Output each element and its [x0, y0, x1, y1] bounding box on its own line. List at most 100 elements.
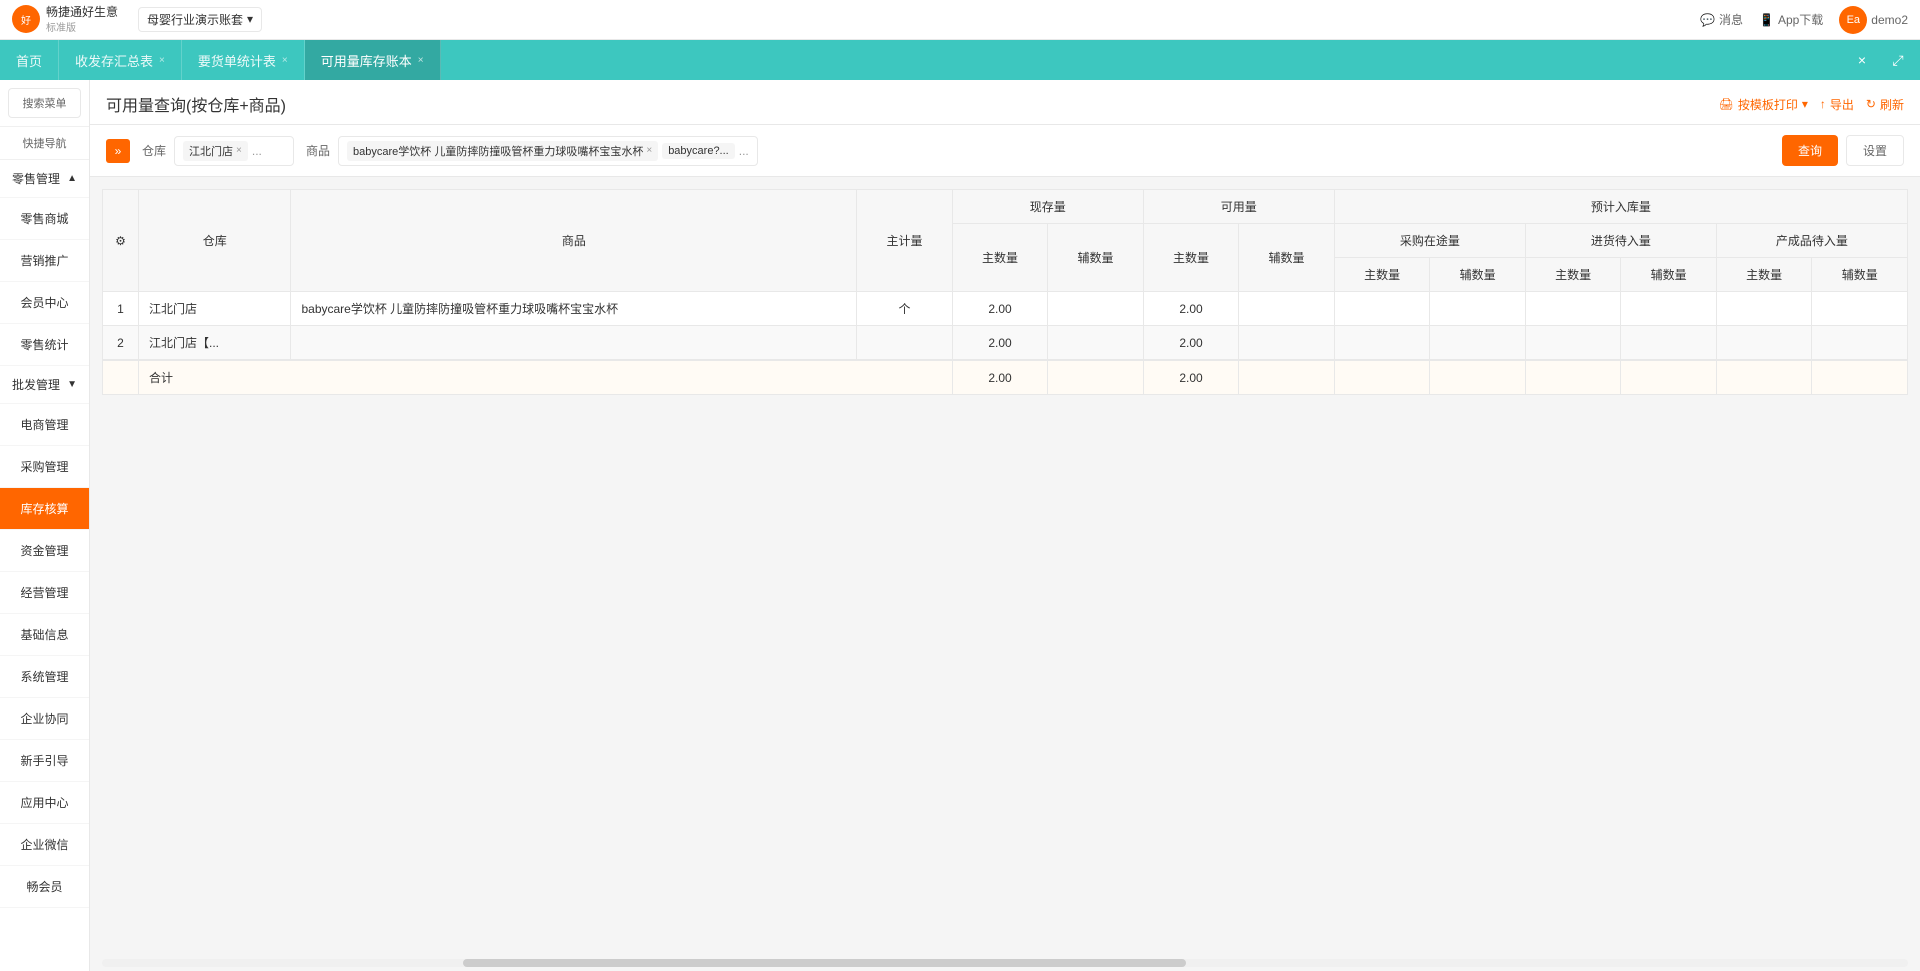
inventory-label: 库存核算: [20, 500, 68, 517]
page-actions: 🖨 按模板打印 ▾ ↑ 导出 ↻ 刷新: [1719, 96, 1904, 113]
settings-button[interactable]: 设置: [1846, 135, 1904, 166]
product-more[interactable]: ...: [739, 144, 749, 158]
row1-avail-main: 2.00: [1143, 292, 1239, 326]
filter-actions: 查询 设置: [1782, 135, 1904, 166]
col-avail-main-header: 主数量: [1143, 224, 1239, 292]
tab-order-stat-close[interactable]: ×: [282, 55, 288, 66]
row1-product: babycare学饮杯 儿童防摔防撞吸管杯重力球吸嘴杯宝宝水杯: [291, 292, 857, 326]
close-window-button[interactable]: ×: [1848, 46, 1876, 74]
chevron-down-icon: ▾: [1802, 97, 1808, 111]
warehouse-tag-remove[interactable]: ×: [236, 145, 242, 156]
sidebar-item-app-center[interactable]: 应用中心: [0, 782, 89, 824]
row1-pur-transit-aux: [1430, 292, 1526, 326]
content-area: 可用量查询(按仓库+商品) 🖨 按模板打印 ▾ ↑ 导出 ↻ 刷新 »: [90, 80, 1920, 971]
col-product-header: 商品: [291, 190, 857, 292]
sidebar-item-retail-mgmt[interactable]: 零售管理 ▲: [0, 160, 89, 198]
tab-home[interactable]: 首页: [0, 40, 59, 80]
horizontal-scrollbar[interactable]: [102, 959, 1908, 967]
template-print-label: 按模板打印: [1738, 96, 1798, 113]
tab-receive-summary[interactable]: 收发存汇总表 ×: [59, 40, 182, 80]
export-button[interactable]: ↑ 导出: [1820, 96, 1854, 113]
tab-available-stock-close[interactable]: ×: [418, 55, 424, 66]
sidebar-item-purchase[interactable]: 采购管理: [0, 446, 89, 488]
finance-label: 资金管理: [20, 542, 68, 559]
tab-available-stock[interactable]: 可用量库存账本 ×: [305, 40, 441, 80]
sidebar-item-retail-stats[interactable]: 零售统计: [0, 324, 89, 366]
col-unit-header: 主计量: [857, 190, 953, 292]
chevron-down-icon: ▾: [247, 12, 253, 26]
row1-prod-aux: [1812, 292, 1908, 326]
template-print-button[interactable]: 🖨 按模板打印 ▾: [1719, 96, 1808, 113]
tab-order-stat-label: 要货单统计表: [198, 51, 276, 70]
table-area: ⚙ 仓库 商品 主计量 现存量 可用量 预计入库量 主数量 辅数量 主数量 辅数…: [90, 177, 1920, 959]
row2-unit: [857, 326, 953, 361]
warehouse-more[interactable]: ...: [252, 144, 262, 158]
footer-incoming-main: [1525, 360, 1621, 395]
sidebar-item-member[interactable]: 会员中心: [0, 282, 89, 324]
warehouse-tag-value: 江北门店: [189, 143, 233, 159]
product-filter-group: 商品 babycare学饮杯 儿童防摔防撞吸管杯重力球吸嘴杯宝宝水杯 × bab…: [306, 136, 758, 166]
retail-mall-label: 零售商城: [20, 210, 68, 227]
export-icon: ↑: [1820, 97, 1826, 111]
download-label: App下载: [1778, 11, 1823, 28]
message-button[interactable]: 💬 消息: [1700, 11, 1743, 28]
warehouse-input[interactable]: 江北门店 × ...: [174, 136, 294, 166]
tab-receive-summary-close[interactable]: ×: [159, 55, 165, 66]
message-icon: 💬: [1700, 13, 1715, 27]
sidebar-item-new-guide[interactable]: 新手引导: [0, 740, 89, 782]
col-prod-main: 主数量: [1716, 258, 1812, 292]
col-pur-transit-main: 主数量: [1334, 258, 1430, 292]
system-mgmt-label: 系统管理: [20, 668, 68, 685]
sidebar-item-basic-info[interactable]: 基础信息: [0, 614, 89, 656]
sidebar-item-operations[interactable]: 经营管理: [0, 572, 89, 614]
tab-order-stat[interactable]: 要货单统计表 ×: [182, 40, 305, 80]
row2-product: [291, 326, 857, 361]
data-table: ⚙ 仓库 商品 主计量 现存量 可用量 预计入库量 主数量 辅数量 主数量 辅数…: [102, 189, 1908, 395]
refresh-button[interactable]: ↻ 刷新: [1866, 96, 1904, 113]
user-profile[interactable]: Ea demo2: [1839, 6, 1908, 34]
sidebar-item-marketing[interactable]: 营销推广: [0, 240, 89, 282]
top-bar-right: 💬 消息 📱 App下载 Ea demo2: [1700, 6, 1908, 34]
row1-current-main: 2.00: [952, 292, 1048, 326]
row1-incoming-aux: [1621, 292, 1717, 326]
nav-tabs: 首页 收发存汇总表 × 要货单统计表 × 可用量库存账本 × × ⤢: [0, 40, 1920, 80]
logo-area: 好 畅捷通好生意 标准版: [12, 5, 118, 34]
query-button[interactable]: 查询: [1782, 135, 1838, 166]
sidebar-item-finance[interactable]: 资金管理: [0, 530, 89, 572]
col-current-main-header: 主数量: [952, 224, 1048, 292]
maximize-button[interactable]: ⤢: [1884, 46, 1912, 74]
page-title: 可用量查询(按仓库+商品): [106, 92, 286, 116]
product-input[interactable]: babycare学饮杯 儿童防摔防撞吸管杯重力球吸嘴杯宝宝水杯 × babyca…: [338, 136, 758, 166]
sidebar-item-enterprise[interactable]: 企业协同: [0, 698, 89, 740]
row2-no: 2: [103, 326, 139, 361]
scroll-thumb[interactable]: [463, 959, 1185, 967]
row2-incoming-aux: [1621, 326, 1717, 361]
app-download-button[interactable]: 📱 App下载: [1759, 11, 1823, 28]
quick-nav-button[interactable]: 快捷导航: [0, 127, 89, 160]
sidebar-item-wholesale-mgmt[interactable]: 批发管理 ▼: [0, 366, 89, 404]
row2-warehouse: 江北门店【...: [139, 326, 291, 361]
sidebar-item-enterprise-wechat[interactable]: 企业微信: [0, 824, 89, 866]
sidebar-item-inventory[interactable]: 库存核算: [0, 488, 89, 530]
search-menu-button[interactable]: 搜索菜单: [8, 88, 81, 118]
product-tag1-remove[interactable]: ×: [646, 145, 652, 156]
basic-info-label: 基础信息: [20, 626, 68, 643]
logo-sub: 标准版: [46, 19, 118, 34]
sidebar-item-ecommerce[interactable]: 电商管理: [0, 404, 89, 446]
sidebar-item-member2[interactable]: 畅会员: [0, 866, 89, 908]
top-bar: 好 畅捷通好生意 标准版 母婴行业演示账套 ▾ 💬 消息 📱 App下载 Ea …: [0, 0, 1920, 40]
col-gear: ⚙: [103, 190, 139, 292]
row2-current-main: 2.00: [952, 326, 1048, 361]
sidebar-item-retail-mall[interactable]: 零售商城: [0, 198, 89, 240]
main-layout: 搜索菜单 快捷导航 零售管理 ▲ 零售商城 营销推广 会员中心 零售统计 批发管…: [0, 80, 1920, 971]
industry-selector[interactable]: 母婴行业演示账套 ▾: [138, 7, 262, 32]
logo-text-block: 畅捷通好生意 标准版: [46, 5, 118, 34]
warehouse-filter-group: 仓库 江北门店 × ...: [142, 136, 294, 166]
operations-label: 经营管理: [20, 584, 68, 601]
download-icon: 📱: [1759, 13, 1774, 27]
footer-current-main: 2.00: [952, 360, 1048, 395]
sidebar-item-system-mgmt[interactable]: 系统管理: [0, 656, 89, 698]
footer-label: 合计: [139, 360, 953, 395]
tab-available-stock-label: 可用量库存账本: [321, 51, 412, 70]
filter-expand-button[interactable]: »: [106, 139, 130, 163]
